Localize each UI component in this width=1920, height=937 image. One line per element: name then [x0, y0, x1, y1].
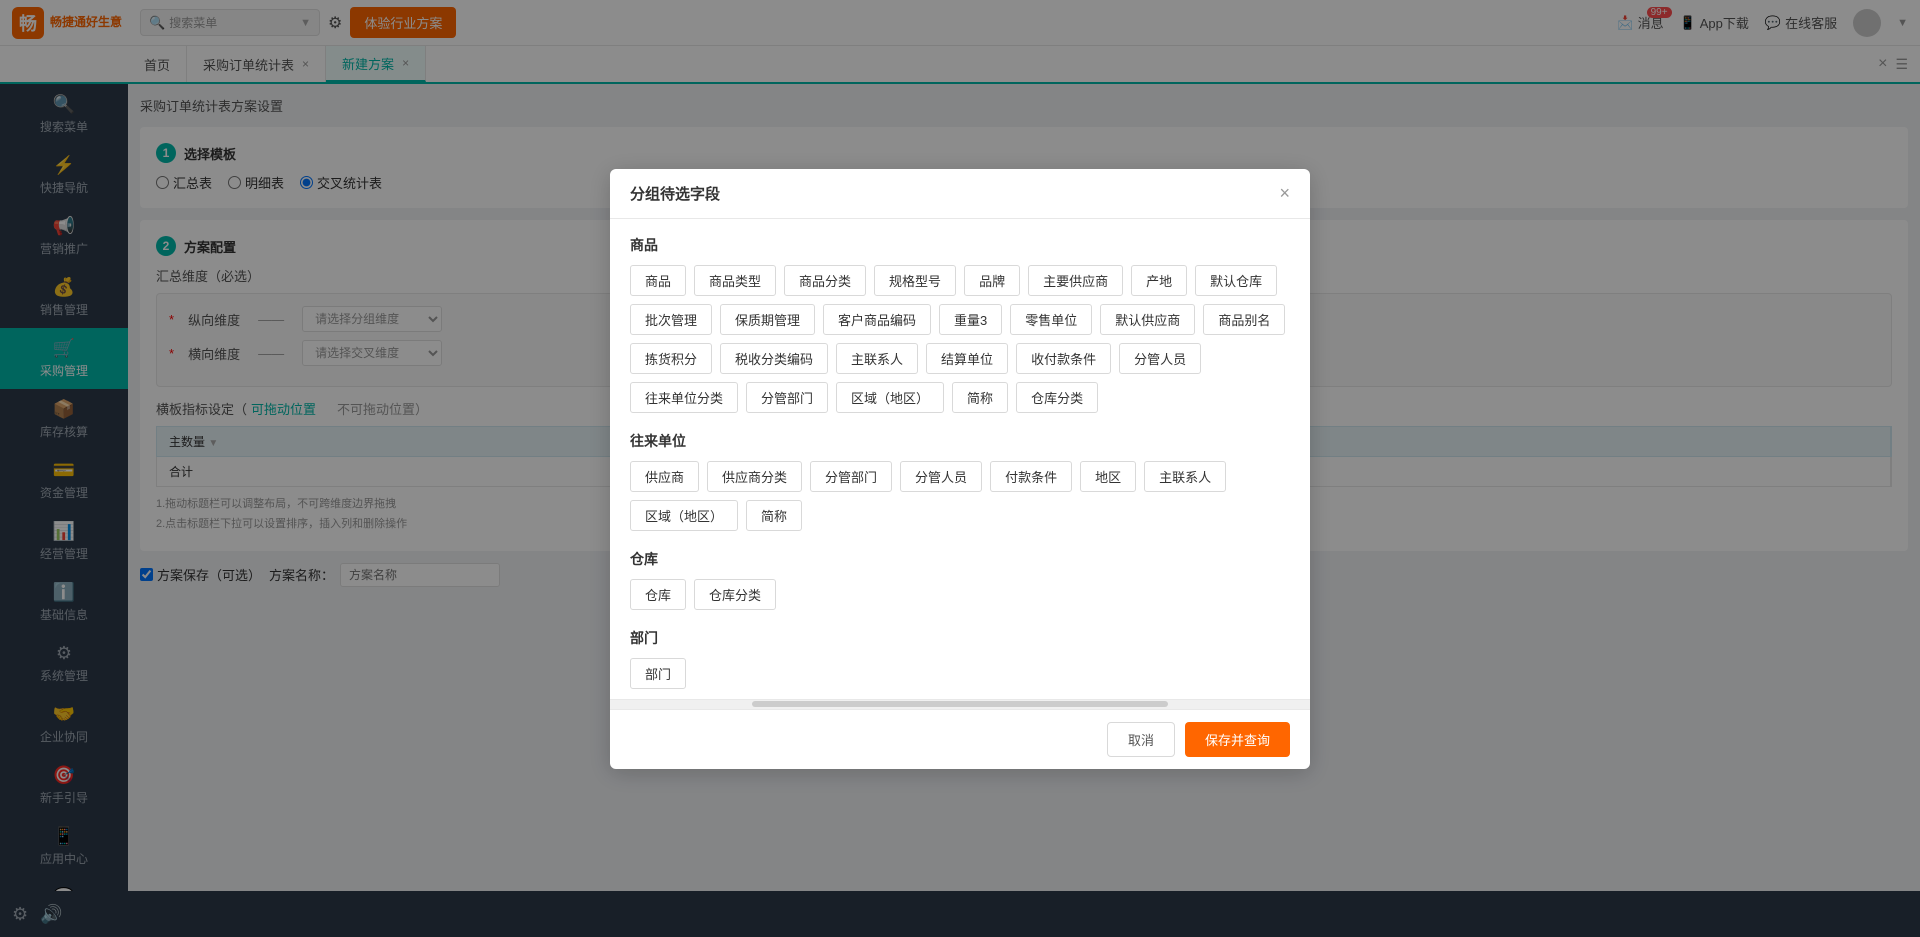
tag-short-name-partner[interactable]: 简称: [746, 500, 802, 531]
tag-default-warehouse[interactable]: 默认仓库: [1195, 265, 1277, 296]
tag-warehouse[interactable]: 仓库: [630, 579, 686, 610]
field-group-partner: 往来单位 供应商 供应商分类 分管部门 分管人员 付款条件 地区 主联系人 区域…: [630, 431, 1290, 531]
tag-retail-unit[interactable]: 零售单位: [1010, 304, 1092, 335]
tag-settle-unit[interactable]: 结算单位: [926, 343, 1008, 374]
tag-main-contact2[interactable]: 主联系人: [1144, 461, 1226, 492]
tag-product-category[interactable]: 商品分类: [784, 265, 866, 296]
tag-alias[interactable]: 商品别名: [1203, 304, 1285, 335]
tag-brand[interactable]: 品牌: [964, 265, 1020, 296]
modal-title: 分组待选字段: [630, 183, 720, 204]
field-group-department: 部门 部门: [630, 628, 1290, 689]
tag-main-supplier[interactable]: 主要供应商: [1028, 265, 1123, 296]
tag-default-supplier[interactable]: 默认供应商: [1100, 304, 1195, 335]
tag-region-partner[interactable]: 区域（地区）: [630, 500, 738, 531]
hscroll-thumb: [752, 701, 1167, 707]
tag-pick-points[interactable]: 拣货积分: [630, 343, 712, 374]
tag-product-type[interactable]: 商品类型: [694, 265, 776, 296]
field-tags-department: 部门: [630, 658, 1290, 689]
field-group-partner-title: 往来单位: [630, 431, 1290, 451]
tag-weight3[interactable]: 重量3: [939, 304, 1002, 335]
field-group-product: 商品 商品 商品类型 商品分类 规格型号 品牌 主要供应商 产地 默认仓库 批次…: [630, 235, 1290, 413]
tag-dept[interactable]: 分管部门: [746, 382, 828, 413]
tag-supplier-category[interactable]: 供应商分类: [707, 461, 802, 492]
modal-body: 商品 商品 商品类型 商品分类 规格型号 品牌 主要供应商 产地 默认仓库 批次…: [610, 219, 1310, 699]
tag-tax-code[interactable]: 税收分类编码: [720, 343, 828, 374]
field-group-department-title: 部门: [630, 628, 1290, 648]
modal-confirm-btn[interactable]: 保存并查询: [1185, 722, 1290, 757]
tag-warehouse-category[interactable]: 仓库分类: [1016, 382, 1098, 413]
tag-customer-code[interactable]: 客户商品编码: [823, 304, 931, 335]
tag-supplier[interactable]: 供应商: [630, 461, 699, 492]
modal-overlay: 分组待选字段 × 商品 商品 商品类型 商品分类 规格型号 品牌 主要供应商 产…: [0, 0, 1920, 937]
field-group-product-title: 商品: [630, 235, 1290, 255]
tag-manage-dept[interactable]: 分管部门: [810, 461, 892, 492]
field-group-warehouse-title: 仓库: [630, 549, 1290, 569]
tag-partner-category[interactable]: 往来单位分类: [630, 382, 738, 413]
field-select-modal: 分组待选字段 × 商品 商品 商品类型 商品分类 规格型号 品牌 主要供应商 产…: [610, 169, 1310, 769]
tag-area[interactable]: 地区: [1080, 461, 1136, 492]
tag-origin[interactable]: 产地: [1131, 265, 1187, 296]
tag-region-product[interactable]: 区域（地区）: [836, 382, 944, 413]
tag-spec-model[interactable]: 规格型号: [874, 265, 956, 296]
tag-department[interactable]: 部门: [630, 658, 686, 689]
tag-manager[interactable]: 分管人员: [1119, 343, 1201, 374]
modal-cancel-btn[interactable]: 取消: [1107, 722, 1175, 757]
tag-short-name-product[interactable]: 简称: [952, 382, 1008, 413]
tag-payment-cond[interactable]: 付款条件: [990, 461, 1072, 492]
tag-payment-terms[interactable]: 收付款条件: [1016, 343, 1111, 374]
modal-header: 分组待选字段 ×: [610, 169, 1310, 219]
tag-manage-person[interactable]: 分管人员: [900, 461, 982, 492]
field-tags-product: 商品 商品类型 商品分类 规格型号 品牌 主要供应商 产地 默认仓库 批次管理 …: [630, 265, 1290, 413]
tag-product[interactable]: 商品: [630, 265, 686, 296]
tag-main-contact[interactable]: 主联系人: [836, 343, 918, 374]
field-group-warehouse: 仓库 仓库 仓库分类: [630, 549, 1290, 610]
modal-close-btn[interactable]: ×: [1279, 183, 1290, 204]
modal-hscroll[interactable]: [610, 699, 1310, 709]
tag-warehouse-cat[interactable]: 仓库分类: [694, 579, 776, 610]
field-tags-warehouse: 仓库 仓库分类: [630, 579, 1290, 610]
modal-footer: 取消 保存并查询: [610, 709, 1310, 769]
field-tags-partner: 供应商 供应商分类 分管部门 分管人员 付款条件 地区 主联系人 区域（地区） …: [630, 461, 1290, 531]
tag-batch-mgmt[interactable]: 批次管理: [630, 304, 712, 335]
tag-shelf-life[interactable]: 保质期管理: [720, 304, 815, 335]
